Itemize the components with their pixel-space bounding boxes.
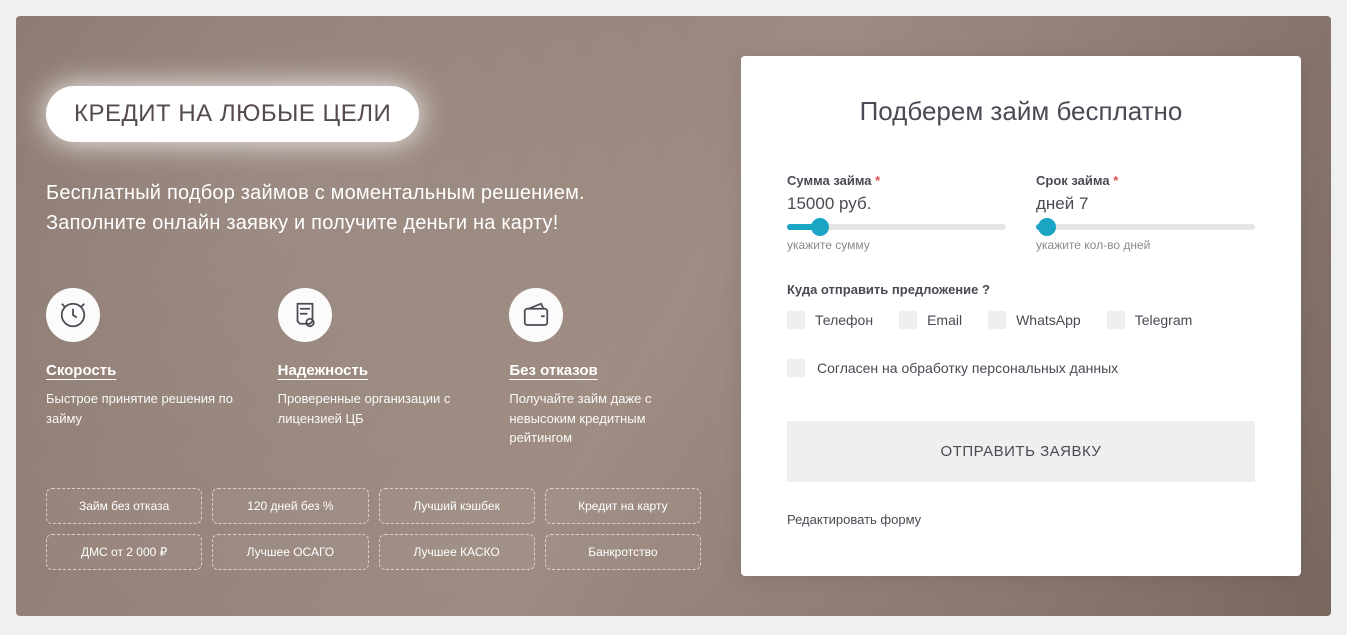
chip-loan-no-rejection[interactable]: Займ без отказа: [46, 488, 202, 524]
sliders-row: Сумма займа * 15000 руб. укажите сумму С…: [787, 173, 1255, 252]
channels-question: Куда отправить предложение ?: [787, 282, 1255, 297]
subtitle-line-2: Заполните онлайн заявку и получите деньг…: [46, 208, 701, 238]
chip-bankruptcy[interactable]: Банкротство: [545, 534, 701, 570]
hero-subtitle: Бесплатный подбор займов с моментальным …: [46, 178, 701, 238]
edit-form-link[interactable]: Редактировать форму: [787, 512, 1255, 527]
amount-hint: укажите сумму: [787, 238, 1006, 252]
amount-number: 15000: [787, 194, 834, 213]
amount-value: 15000 руб.: [787, 194, 1006, 214]
checkbox-icon: [899, 311, 917, 329]
hero-badge: КРЕДИТ НА ЛЮБЫЕ ЦЕЛИ: [46, 86, 419, 142]
form-title: Подберем займ бесплатно: [787, 96, 1255, 127]
channel-telegram[interactable]: Telegram: [1107, 311, 1193, 329]
subtitle-line-1: Бесплатный подбор займов с моментальным …: [46, 178, 701, 208]
checkbox-icon: [787, 359, 805, 377]
consent-checkbox[interactable]: Согласен на обработку персональных данны…: [787, 359, 1255, 377]
consent-label: Согласен на обработку персональных данны…: [817, 360, 1118, 376]
channel-label: Telegram: [1135, 312, 1193, 328]
chips-grid: Займ без отказа 120 дней без % Лучший кэ…: [46, 488, 701, 570]
certificate-icon: [278, 288, 332, 342]
term-slider[interactable]: [1036, 224, 1255, 230]
term-value: дней 7: [1036, 194, 1255, 214]
hero-section: КРЕДИТ НА ЛЮБЫЕ ЦЕЛИ Бесплатный подбор з…: [16, 16, 1331, 616]
features-row: Скорость Быстрое принятие решения по зай…: [46, 288, 701, 448]
feature-reliability: Надежность Проверенные организации с лиц…: [278, 288, 470, 448]
amount-slider-group: Сумма займа * 15000 руб. укажите сумму: [787, 173, 1006, 252]
amount-slider[interactable]: [787, 224, 1006, 230]
feature-desc: Быстрое принятие решения по займу: [46, 389, 238, 428]
channel-phone[interactable]: Телефон: [787, 311, 873, 329]
term-unit: дней: [1036, 194, 1074, 213]
channel-label: Email: [927, 312, 962, 328]
term-label: Срок займа *: [1036, 173, 1255, 188]
required-asterisk: *: [1113, 173, 1118, 188]
feature-speed: Скорость Быстрое принятие решения по зай…: [46, 288, 238, 448]
clock-arrow-icon: [46, 288, 100, 342]
amount-slider-thumb[interactable]: [811, 218, 829, 236]
feature-title: Скорость: [46, 362, 238, 379]
feature-title: Надежность: [278, 362, 470, 379]
chip-credit-to-card[interactable]: Кредит на карту: [545, 488, 701, 524]
term-number: 7: [1079, 194, 1088, 213]
submit-button[interactable]: ОТПРАВИТЬ ЗАЯВКУ: [787, 421, 1255, 482]
channel-whatsapp[interactable]: WhatsApp: [988, 311, 1081, 329]
amount-label: Сумма займа *: [787, 173, 1006, 188]
hero-left: КРЕДИТ НА ЛЮБЫЕ ЦЕЛИ Бесплатный подбор з…: [46, 56, 701, 576]
amount-label-text: Сумма займа: [787, 173, 872, 188]
channel-label: Телефон: [815, 312, 873, 328]
term-hint: укажите кол-во дней: [1036, 238, 1255, 252]
channel-label: WhatsApp: [1016, 312, 1081, 328]
term-label-text: Срок займа: [1036, 173, 1110, 188]
checkbox-icon: [988, 311, 1006, 329]
feature-desc: Проверенные организации с лицензией ЦБ: [278, 389, 470, 428]
feature-no-rejection: Без отказов Получайте займ даже с невысо…: [509, 288, 701, 448]
chip-120-days[interactable]: 120 дней без %: [212, 488, 368, 524]
feature-desc: Получайте займ даже с невысоким кредитны…: [509, 389, 701, 448]
chip-dms[interactable]: ДМС от 2 000 ₽: [46, 534, 202, 570]
chip-best-osago[interactable]: Лучшее ОСАГО: [212, 534, 368, 570]
chip-best-cashback[interactable]: Лучший кэшбек: [379, 488, 535, 524]
term-slider-group: Срок займа * дней 7 укажите кол-во дней: [1036, 173, 1255, 252]
required-asterisk: *: [875, 173, 880, 188]
checkbox-icon: [787, 311, 805, 329]
checkbox-icon: [1107, 311, 1125, 329]
chip-best-kasko[interactable]: Лучшее КАСКО: [379, 534, 535, 570]
form-card: Подберем займ бесплатно Сумма займа * 15…: [741, 56, 1301, 576]
amount-unit: руб.: [839, 194, 871, 213]
channel-email[interactable]: Email: [899, 311, 962, 329]
channels-row: Телефон Email WhatsApp Telegram: [787, 311, 1255, 329]
wallet-icon: [509, 288, 563, 342]
term-slider-thumb[interactable]: [1038, 218, 1056, 236]
feature-title: Без отказов: [509, 362, 701, 379]
